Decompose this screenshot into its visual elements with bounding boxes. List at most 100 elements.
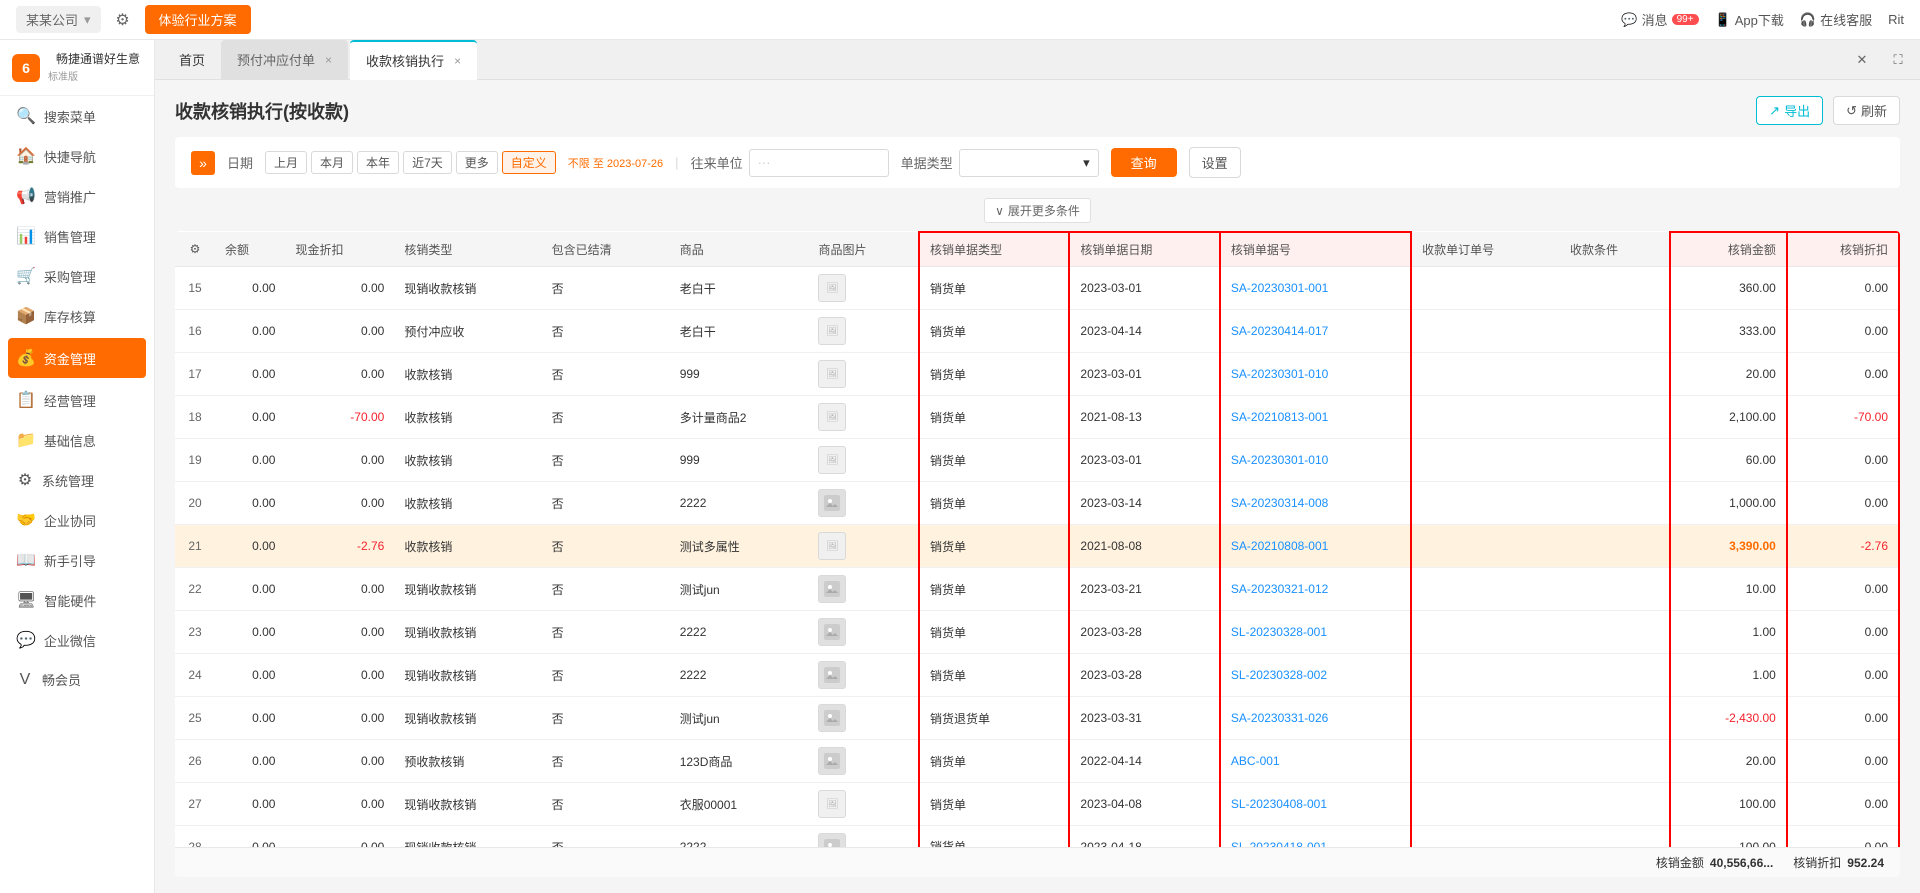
sidebar-item-collab[interactable]: 🤝 企业协同: [0, 500, 154, 540]
footer-total-discount: 核销折扣 952.24: [1793, 854, 1884, 871]
tab-collection-close-icon[interactable]: ×: [454, 54, 461, 68]
industry-btn[interactable]: 体验行业方案: [145, 5, 251, 34]
cancel-bill-no-link[interactable]: SA-20210808-001: [1231, 539, 1328, 553]
cancel-bill-type-cell: 销货单: [919, 654, 1069, 697]
cancel-bill-no-link[interactable]: SL-20230328-001: [1231, 625, 1327, 639]
company-selector[interactable]: 某某公司 ▾: [16, 6, 101, 33]
table-row[interactable]: 23 0.00 0.00 现销收款核销 否 2222 销货单 2023-03-2…: [175, 611, 1899, 654]
cancel-bill-no-cell[interactable]: SA-20230331-026: [1220, 697, 1411, 740]
table-row[interactable]: 20 0.00 0.00 收款核销 否 2222 销货单 2023-03-14 …: [175, 482, 1899, 525]
cancel-bill-no-link[interactable]: SL-20230328-002: [1231, 668, 1327, 682]
sidebar-item-system[interactable]: ⚙ 系统管理: [0, 460, 154, 500]
sidebar-item-sales[interactable]: 📊 销售管理: [0, 216, 154, 256]
product-cell: 123D商品: [670, 740, 809, 783]
cancel-bill-no-link[interactable]: SA-20230331-026: [1231, 711, 1328, 725]
filter-expand-button[interactable]: »: [191, 151, 215, 175]
date-btn-this-year[interactable]: 本年: [357, 151, 399, 174]
settings-button[interactable]: 设置: [1189, 147, 1241, 178]
cancel-bill-no-link[interactable]: SL-20230408-001: [1231, 797, 1327, 811]
date-btn-last-month[interactable]: 上月: [265, 151, 307, 174]
table-row[interactable]: 16 0.00 0.00 预付冲应收 否 老白干 🖼 销货单 2023-04-1…: [175, 310, 1899, 353]
single-type-select[interactable]: ▾: [959, 149, 1099, 177]
cancel-bill-no-link[interactable]: SL-20230418-001: [1231, 840, 1327, 847]
cancel-bill-no-cell[interactable]: SL-20230328-001: [1220, 611, 1411, 654]
sidebar-item-quicknav[interactable]: 🏠 快捷导航: [0, 136, 154, 176]
cancel-type-cell: 现销收款核销: [394, 783, 541, 826]
product-image: [818, 661, 846, 689]
tab-prepay-close-icon[interactable]: ×: [325, 53, 332, 67]
cancel-bill-no-cell[interactable]: SL-20230408-001: [1220, 783, 1411, 826]
cancel-bill-no-cell[interactable]: SA-20210808-001: [1220, 525, 1411, 568]
content-area: 首页 预付冲应付单 × 收款核销执行 × ✕ ⛶ 收款核销执行(按收款): [155, 40, 1920, 893]
sidebar-item-finance[interactable]: 💰 资金管理: [8, 338, 146, 378]
window-close-icon[interactable]: ✕: [1848, 46, 1876, 74]
table-scroll[interactable]: ⚙ 余额 现金折扣 核销类型 包含已结清 商品 商品图片 核销单据类型 核销单据…: [175, 231, 1900, 847]
sidebar-item-purchase[interactable]: 🛒 采购管理: [0, 256, 154, 296]
user-profile[interactable]: Rit: [1888, 12, 1904, 27]
table-row[interactable]: 15 0.00 0.00 现销收款核销 否 老白干 🖼 销货单 2023-03-…: [175, 267, 1899, 310]
service-btn[interactable]: 🎧 在线客服: [1800, 10, 1872, 29]
cancel-bill-no-cell[interactable]: SA-20230301-010: [1220, 439, 1411, 482]
date-btn-more[interactable]: 更多: [456, 151, 498, 174]
table-row[interactable]: 22 0.00 0.00 现销收款核销 否 测试jun 销货单 2023-03-…: [175, 568, 1899, 611]
sidebar-item-wechat[interactable]: 💬 企业微信: [0, 620, 154, 660]
cancel-bill-no-link[interactable]: SA-20210813-001: [1231, 410, 1328, 424]
cancel-bill-no-cell[interactable]: SA-20230314-008: [1220, 482, 1411, 525]
sidebar-item-hardware[interactable]: 🖥 智能硬件: [0, 580, 154, 620]
refresh-button[interactable]: ↺ 刷新: [1833, 96, 1900, 125]
tab-home[interactable]: 首页: [163, 40, 221, 80]
cancel-bill-no-link[interactable]: ABC-001: [1231, 754, 1280, 768]
cancel-bill-no-cell[interactable]: SL-20230418-001: [1220, 826, 1411, 848]
cancel-bill-no-cell[interactable]: SA-20230414-017: [1220, 310, 1411, 353]
sidebar-item-operation[interactable]: 📋 经营管理: [0, 380, 154, 420]
cancel-bill-no-link[interactable]: SA-20230301-010: [1231, 367, 1328, 381]
product-img-cell: [808, 611, 918, 654]
settings-icon[interactable]: ⚙: [109, 6, 137, 34]
cancel-bill-no-cell[interactable]: SA-20210813-001: [1220, 396, 1411, 439]
export-button[interactable]: ↗ 导出: [1756, 96, 1823, 125]
query-button[interactable]: 查询: [1111, 148, 1177, 177]
cancel-bill-no-link[interactable]: SA-20230301-010: [1231, 453, 1328, 467]
cancel-bill-no-link[interactable]: SA-20230414-017: [1231, 324, 1328, 338]
balance-cell: 0.00: [215, 353, 285, 396]
table-row[interactable]: 21 0.00 -2.76 收款核销 否 测试多属性 🖼 销货单 2021-08…: [175, 525, 1899, 568]
cancel-type-cell: 现销收款核销: [394, 697, 541, 740]
table-row[interactable]: 26 0.00 0.00 预收款核销 否 123D商品 销货单 2022-04-…: [175, 740, 1899, 783]
window-expand-icon[interactable]: ⛶: [1884, 46, 1912, 74]
sidebar-item-inventory[interactable]: 📦 库存核算: [0, 296, 154, 336]
from-unit-input[interactable]: ···: [749, 149, 889, 177]
table-row[interactable]: 28 0.00 0.00 现销收款核销 否 2222 销货单 2023-04-1…: [175, 826, 1899, 848]
sidebar-item-search[interactable]: 🔍 搜索菜单: [0, 96, 154, 136]
message-btn[interactable]: 💬 消息 99+: [1621, 10, 1698, 29]
table-row[interactable]: 24 0.00 0.00 现销收款核销 否 2222 销货单 2023-03-2…: [175, 654, 1899, 697]
cancel-bill-no-cell[interactable]: SA-20230321-012: [1220, 568, 1411, 611]
cancel-bill-no-cell[interactable]: ABC-001: [1220, 740, 1411, 783]
tab-collection[interactable]: 收款核销执行 ×: [350, 40, 477, 80]
tab-bar-right: ✕ ⛶: [1848, 46, 1912, 74]
sidebar-item-member[interactable]: V 畅会员: [0, 660, 154, 699]
table-row[interactable]: 19 0.00 0.00 收款核销 否 999 🖼 销货单 2023-03-01…: [175, 439, 1899, 482]
cancel-bill-no-link[interactable]: SA-20230301-001: [1231, 281, 1328, 295]
cancel-bill-no-cell[interactable]: SA-20230301-001: [1220, 267, 1411, 310]
table-container: ⚙ 余额 现金折扣 核销类型 包含已结清 商品 商品图片 核销单据类型 核销单据…: [175, 231, 1900, 877]
col-settings-header[interactable]: ⚙: [175, 232, 215, 267]
table-row[interactable]: 17 0.00 0.00 收款核销 否 999 🖼 销货单 2023-03-01…: [175, 353, 1899, 396]
date-btn-this-month[interactable]: 本月: [311, 151, 353, 174]
date-btn-7days[interactable]: 近7天: [403, 151, 452, 174]
sidebar-item-basic[interactable]: 📁 基础信息: [0, 420, 154, 460]
cancel-bill-no-link[interactable]: SA-20230314-008: [1231, 496, 1328, 510]
table-row[interactable]: 18 0.00 -70.00 收款核销 否 多计量商品2 🖼 销货单 2021-…: [175, 396, 1899, 439]
cancel-bill-no-cell[interactable]: SA-20230301-010: [1220, 353, 1411, 396]
sidebar-item-guide[interactable]: 📖 新手引导: [0, 540, 154, 580]
app-download-btn[interactable]: 📱 App下载: [1715, 10, 1784, 29]
tab-prepay[interactable]: 预付冲应付单 ×: [221, 40, 348, 80]
expand-more-btn[interactable]: ∨ 展开更多条件: [984, 198, 1091, 223]
table-row[interactable]: 27 0.00 0.00 现销收款核销 否 衣服00001 🖼 销货单 2023…: [175, 783, 1899, 826]
date-btn-custom[interactable]: 自定义: [502, 151, 556, 174]
sidebar-item-marketing[interactable]: 📢 营销推广: [0, 176, 154, 216]
cancel-bill-no-cell[interactable]: SL-20230328-002: [1220, 654, 1411, 697]
table-row[interactable]: 25 0.00 0.00 现销收款核销 否 测试jun 销货退货单 2023-0…: [175, 697, 1899, 740]
include-settled-cell: 否: [542, 310, 670, 353]
cancel-type-cell: 现销收款核销: [394, 654, 541, 697]
cancel-bill-no-link[interactable]: SA-20230321-012: [1231, 582, 1328, 596]
